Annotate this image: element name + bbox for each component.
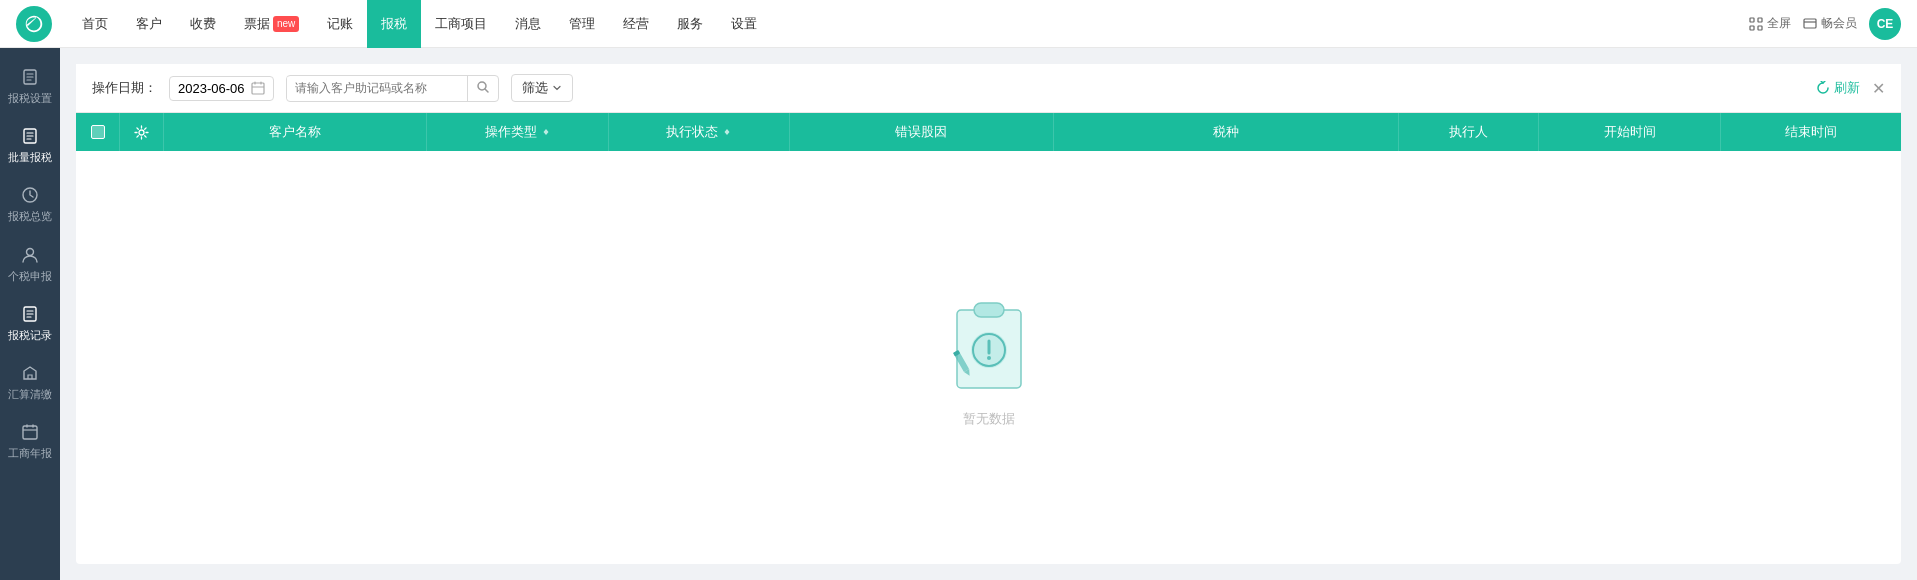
sidebar-item-tax-settings[interactable]: 报税设置 [0, 56, 60, 115]
svg-rect-3 [1758, 26, 1762, 30]
nav-item-billing[interactable]: 收费 [176, 0, 230, 48]
sidebar-item-annual-report[interactable]: 工商年报 [0, 411, 60, 470]
nav-item-accounts[interactable]: 记账 [313, 0, 367, 48]
personal-icon [19, 244, 41, 266]
sidebar-item-batch-tax[interactable]: 批量报税 [0, 115, 60, 174]
empty-state: 暂无数据 [76, 151, 1901, 564]
member-button[interactable]: 畅会员 [1803, 15, 1857, 32]
sidebar-item-settlement[interactable]: 汇算清缴 [0, 352, 60, 411]
date-value: 2023-06-06 [178, 81, 245, 96]
th-tax: 税种 [1054, 113, 1400, 151]
top-nav: 首页客户收费票据new记账报税工商项目消息管理经营服务设置 全屏 畅会员 CE [0, 0, 1917, 48]
search-box [286, 75, 499, 102]
svg-point-8 [27, 248, 34, 255]
content-area: 操作日期： 2023-06-06 [60, 48, 1917, 580]
sidebar-label-tax-settings: 报税设置 [8, 92, 52, 105]
th-check [76, 113, 120, 151]
empty-illustration [939, 288, 1039, 398]
sidebar-item-personal-tax[interactable]: 个税申报 [0, 234, 60, 293]
batch-icon [19, 125, 41, 147]
top-nav-right: 全屏 畅会员 CE [1749, 8, 1901, 40]
records-icon [19, 303, 41, 325]
nav-item-business[interactable]: 工商项目 [421, 0, 501, 48]
svg-rect-15 [974, 303, 1004, 317]
member-label: 畅会员 [1821, 15, 1857, 32]
sidebar-label-personal-tax: 个税申报 [8, 270, 52, 283]
date-picker[interactable]: 2023-06-06 [169, 76, 274, 101]
th-reason: 错误股因 [790, 113, 1053, 151]
settlement-icon [19, 362, 41, 384]
avatar[interactable]: CE [1869, 8, 1901, 40]
avatar-text: CE [1877, 17, 1894, 31]
th-start: 开始时间 [1539, 113, 1720, 151]
nav-badge-invoices: new [273, 16, 299, 32]
summary-icon [19, 184, 41, 206]
nav-item-tax[interactable]: 报税 [367, 0, 421, 48]
nav-item-clients[interactable]: 客户 [122, 0, 176, 48]
logo[interactable] [16, 6, 52, 42]
th-optype: 操作类型 [427, 113, 608, 151]
nav-item-settings[interactable]: 设置 [717, 0, 771, 48]
svg-rect-10 [23, 426, 37, 439]
sidebar-label-tax-records: 报税记录 [8, 329, 52, 342]
gear-icon[interactable] [134, 125, 149, 140]
calendar-icon [251, 81, 265, 95]
chevron-down-icon [552, 83, 562, 93]
sidebar-item-tax-records[interactable]: 报税记录 [0, 293, 60, 352]
search-input[interactable] [287, 77, 467, 99]
th-gear [120, 113, 164, 151]
th-client: 客户名称 [164, 113, 427, 151]
nav-item-finance[interactable]: 经营 [609, 0, 663, 48]
tax-settings-icon [19, 66, 41, 88]
sidebar-label-batch-tax: 批量报税 [8, 151, 52, 164]
svg-rect-1 [1758, 18, 1762, 22]
nav-item-services[interactable]: 服务 [663, 0, 717, 48]
table-body: 暂无数据 [76, 151, 1901, 564]
svg-point-13 [139, 130, 144, 135]
refresh-button[interactable]: 刷新 [1816, 79, 1860, 97]
refresh-icon [1816, 81, 1830, 95]
svg-rect-11 [252, 83, 264, 94]
fullscreen-label: 全屏 [1767, 15, 1791, 32]
fullscreen-button[interactable]: 全屏 [1749, 15, 1791, 32]
svg-point-18 [987, 356, 991, 360]
th-status: 执行状态 [609, 113, 790, 151]
nav-items: 首页客户收费票据new记账报税工商项目消息管理经营服务设置 [68, 0, 1749, 48]
filter-button[interactable]: 筛选 [511, 74, 573, 102]
date-label: 操作日期： [92, 79, 157, 97]
sidebar-label-tax-summary: 报税总览 [8, 210, 52, 223]
sidebar-label-settlement: 汇算清缴 [8, 388, 52, 401]
toolbar-right: 刷新 ✕ [1816, 79, 1885, 98]
sidebar-label-annual-report: 工商年报 [8, 447, 52, 460]
svg-rect-2 [1750, 26, 1754, 30]
nav-item-home[interactable]: 首页 [68, 0, 122, 48]
search-icon [476, 80, 490, 94]
svg-rect-0 [1750, 18, 1754, 22]
nav-item-manage[interactable]: 管理 [555, 0, 609, 48]
nav-item-invoices[interactable]: 票据new [230, 0, 313, 48]
sort-icon [541, 127, 551, 137]
nav-item-messages[interactable]: 消息 [501, 0, 555, 48]
main-layout: 报税设置批量报税报税总览个税申报报税记录汇算清缴工商年报 操作日期： 2023-… [0, 48, 1917, 580]
svg-rect-4 [1804, 19, 1816, 28]
table-card: 操作日期： 2023-06-06 [76, 64, 1901, 564]
refresh-label: 刷新 [1834, 79, 1860, 97]
header-checkbox[interactable] [91, 125, 105, 139]
search-button[interactable] [467, 76, 498, 101]
sidebar: 报税设置批量报税报税总览个税申报报税记录汇算清缴工商年报 [0, 48, 60, 580]
table-toolbar: 操作日期： 2023-06-06 [76, 64, 1901, 113]
sidebar-item-tax-summary[interactable]: 报税总览 [0, 174, 60, 233]
close-button[interactable]: ✕ [1872, 79, 1885, 98]
table-header: 客户名称 操作类型 执行状态 错误股因 [76, 113, 1901, 151]
sort-icon-2 [722, 127, 732, 137]
annual-icon [19, 421, 41, 443]
th-executor: 执行人 [1399, 113, 1539, 151]
empty-text: 暂无数据 [963, 410, 1015, 428]
filter-label: 筛选 [522, 79, 548, 97]
th-end: 结束时间 [1721, 113, 1901, 151]
